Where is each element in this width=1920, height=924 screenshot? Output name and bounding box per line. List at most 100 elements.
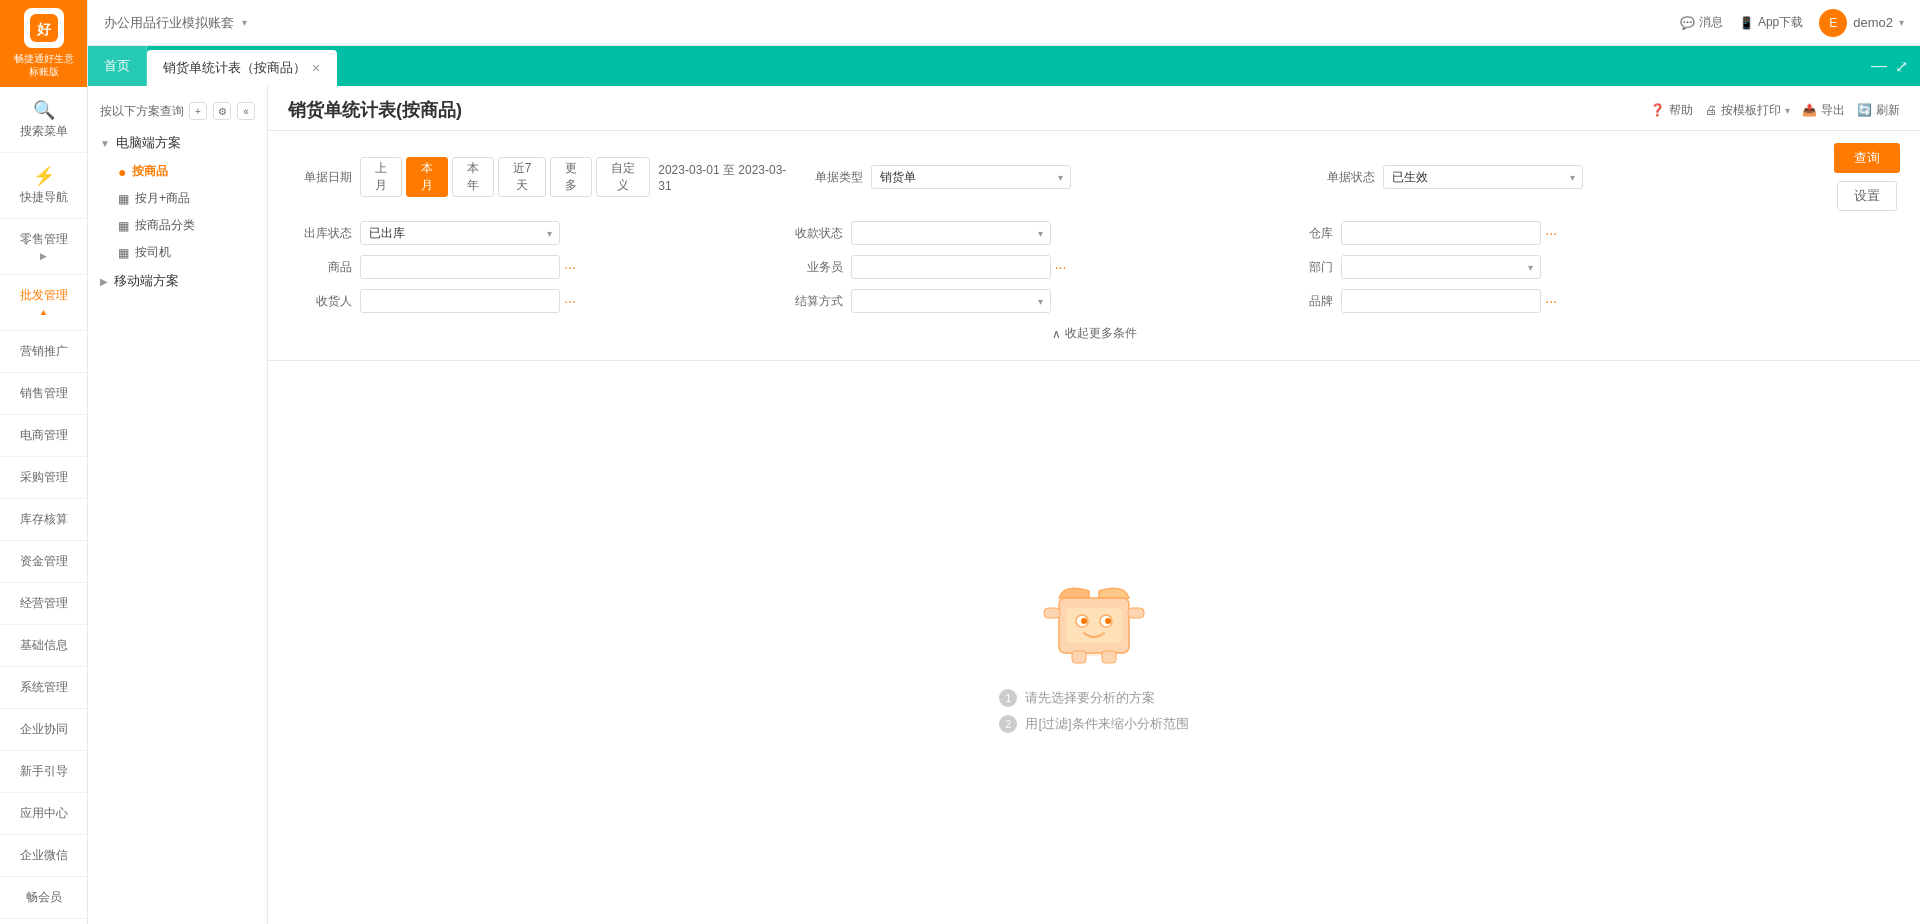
tree-by-month-product[interactable]: ▦ 按月+商品 xyxy=(88,185,267,212)
product-ellipsis[interactable]: ··· xyxy=(560,259,580,275)
sidebar-item-search[interactable]: 🔍 搜索菜单 xyxy=(0,87,87,153)
doc-status-select[interactable]: 已生效 xyxy=(1383,165,1583,189)
by-category-label: 按商品分类 xyxy=(135,217,195,234)
receipt-status-select[interactable] xyxy=(851,221,1051,245)
query-btn[interactable]: 查询 xyxy=(1834,143,1900,173)
app-name: 畅捷通好生意 xyxy=(14,52,74,65)
sidebar-item-operation[interactable]: 经营管理 xyxy=(0,583,87,625)
date-btn-this-year[interactable]: 本年 xyxy=(452,157,494,197)
brand-label: 品牌 xyxy=(1269,293,1341,310)
refresh-icon: 🔄 xyxy=(1857,103,1872,117)
sidebar-item-finance[interactable]: 资金管理 xyxy=(0,541,87,583)
tab-close-icon[interactable]: × xyxy=(312,60,320,76)
user-area[interactable]: E demo2 ▾ xyxy=(1819,9,1904,37)
content-wrapper: 按以下方案查询 + ⚙ « ▼ 电脑端方案 ● 按商品 ▦ 按月+商品 xyxy=(88,86,1920,924)
empty-illustration xyxy=(1034,553,1154,673)
tree-mobile-expand-icon: ▶ xyxy=(100,276,108,287)
minimize-icon[interactable]: — xyxy=(1871,57,1887,75)
maximize-icon[interactable]: ⤢ xyxy=(1895,57,1908,76)
by-product-label: 按商品 xyxy=(132,163,168,180)
tab-stats[interactable]: 销货单统计表（按商品） × xyxy=(147,50,337,86)
svg-point-7 xyxy=(1081,618,1087,624)
download-icon: 📱 xyxy=(1739,16,1754,30)
message-icon: 💬 xyxy=(1680,16,1695,30)
settlement-select[interactable] xyxy=(851,289,1051,313)
collapse-btn[interactable]: ∧ 收起更多条件 xyxy=(288,319,1900,348)
home-tab-label: 首页 xyxy=(104,57,130,75)
print-btn[interactable]: 🖨 按模板打印 ▾ xyxy=(1705,102,1790,119)
tab-home[interactable]: 首页 xyxy=(88,46,147,86)
export-btn[interactable]: 📤 导出 xyxy=(1802,102,1845,119)
empty-area: 1 请先选择要分析的方案 2 用[过滤]条件来缩小分析范围 xyxy=(268,361,1920,924)
page-title: 销货单统计表(按商品) xyxy=(288,98,462,122)
sidebar-item-quick-nav[interactable]: ⚡ 快捷导航 xyxy=(0,153,87,219)
doc-type-select[interactable]: 销货单 xyxy=(871,165,1071,189)
collapse-panel-btn[interactable]: « xyxy=(237,102,255,120)
sidebar-item-marketing[interactable]: 营销推广 xyxy=(0,331,87,373)
date-btn-this-month[interactable]: 本月 xyxy=(406,157,448,197)
tree-pc-label: 电脑端方案 xyxy=(116,134,181,152)
page-header: 销货单统计表(按商品) ❓ 帮助 🖨 按模板打印 ▾ 📤 导出 xyxy=(268,86,1920,131)
sidebar-item-purchase[interactable]: 采购管理 xyxy=(0,457,87,499)
help-btn[interactable]: ❓ 帮助 xyxy=(1650,102,1693,119)
settings-scheme-btn[interactable]: ⚙ xyxy=(213,102,231,120)
warehouse-input[interactable] xyxy=(1341,221,1541,245)
date-btn-custom[interactable]: 自定义 xyxy=(596,157,650,197)
sidebar-item-inventory[interactable]: 库存核算 xyxy=(0,499,87,541)
sidebar-item-sales[interactable]: 销售管理 xyxy=(0,373,87,415)
logo-area[interactable]: 好 畅捷通好生意 标账版 xyxy=(0,0,87,87)
panel-title: 按以下方案查询 xyxy=(100,103,184,120)
tree-by-product[interactable]: ● 按商品 xyxy=(88,158,267,185)
add-scheme-btn[interactable]: + xyxy=(189,102,207,120)
settings-btn[interactable]: 设置 xyxy=(1837,181,1897,211)
tree-by-machine[interactable]: ▦ 按司机 xyxy=(88,239,267,266)
brand-ellipsis[interactable]: ··· xyxy=(1541,293,1561,309)
salesperson-ellipsis[interactable]: ··· xyxy=(1051,259,1071,275)
sidebar-item-guide[interactable]: 新手引导 xyxy=(0,751,87,793)
print-arrow: ▾ xyxy=(1785,105,1790,116)
sidebar-item-apps[interactable]: 应用中心 xyxy=(0,793,87,835)
sidebar-item-retail[interactable]: 零售管理 ▶ xyxy=(0,219,87,275)
app-subtitle: 标账版 xyxy=(29,65,59,79)
out-status-select[interactable]: 已出库 xyxy=(360,221,560,245)
sidebar-item-ecommerce[interactable]: 电商管理 xyxy=(0,415,87,457)
date-btn-last-month[interactable]: 上月 xyxy=(360,157,402,197)
search-icon: 🔍 xyxy=(4,99,83,121)
stats-tab-label: 销货单统计表（按商品） xyxy=(163,59,306,77)
brand-input[interactable] xyxy=(1341,289,1541,313)
product-input[interactable] xyxy=(360,255,560,279)
tree-mobile-label: 移动端方案 xyxy=(114,272,179,290)
salesperson-label: 业务员 xyxy=(779,259,851,276)
tree-by-category[interactable]: ▦ 按商品分类 xyxy=(88,212,267,239)
receiver-input[interactable] xyxy=(360,289,560,313)
top-bar: 办公用品行业模拟账套 ▾ 💬 消息 📱 App下载 E demo2 ▾ xyxy=(88,0,1920,46)
receiver-label: 收货人 xyxy=(288,293,360,310)
top-bar-right: 💬 消息 📱 App下载 E demo2 ▾ xyxy=(1680,9,1904,37)
doc-type-label: 单据类型 xyxy=(799,169,871,186)
app-download-btn[interactable]: 📱 App下载 xyxy=(1739,14,1803,31)
date-btn-more[interactable]: 更多 xyxy=(550,157,592,197)
date-label: 单据日期 xyxy=(288,169,360,186)
tree-pc[interactable]: ▼ 电脑端方案 xyxy=(88,128,267,158)
sidebar-item-basic[interactable]: 基础信息 xyxy=(0,625,87,667)
department-select[interactable] xyxy=(1341,255,1541,279)
tab-bar-actions: — ⤢ xyxy=(1859,46,1920,86)
dropdown-arrow-industry[interactable]: ▾ xyxy=(242,17,247,28)
message-btn[interactable]: 💬 消息 xyxy=(1680,14,1723,31)
empty-step-1: 1 请先选择要分析的方案 xyxy=(999,689,1188,707)
salesperson-input[interactable] xyxy=(851,255,1051,279)
sidebar-item-member[interactable]: 畅会员 xyxy=(0,877,87,919)
sidebar-item-wechat[interactable]: 企业微信 xyxy=(0,835,87,877)
sidebar-item-system[interactable]: 系统管理 xyxy=(0,667,87,709)
receiver-ellipsis[interactable]: ··· xyxy=(560,293,580,309)
sidebar-item-enterprise[interactable]: 企业协同 xyxy=(0,709,87,751)
username: demo2 xyxy=(1853,15,1893,30)
step-num-1: 1 xyxy=(999,689,1017,707)
by-month-label: 按月+商品 xyxy=(135,190,190,207)
date-btn-7days[interactable]: 近7天 xyxy=(498,157,547,197)
refresh-btn[interactable]: 🔄 刷新 xyxy=(1857,102,1900,119)
sidebar-item-wholesale[interactable]: 批发管理 ▲ xyxy=(0,275,87,331)
tree-mobile[interactable]: ▶ 移动端方案 xyxy=(88,266,267,296)
warehouse-ellipsis[interactable]: ··· xyxy=(1541,225,1561,241)
industry-label: 办公用品行业模拟账套 ▾ xyxy=(104,14,247,32)
